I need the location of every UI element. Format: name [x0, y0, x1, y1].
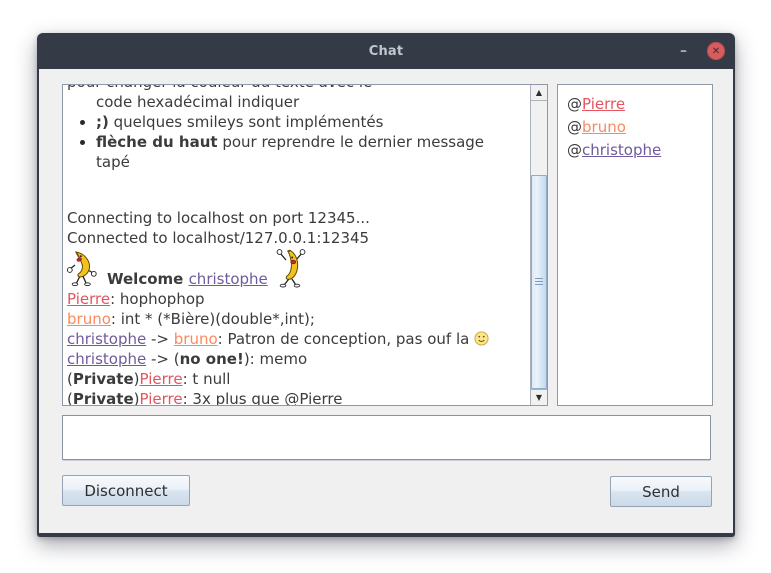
- chat-line: [67, 172, 525, 190]
- chat-message: Pierre: hophophop: [67, 289, 525, 309]
- user-link-christophe[interactable]: christophe: [67, 330, 146, 348]
- message-text: ;): [96, 113, 109, 131]
- message-text: Private: [72, 370, 134, 388]
- message-text: pour changer la couleur du texte avec le: [67, 85, 372, 91]
- user-link-christophe[interactable]: christophe: [189, 270, 268, 288]
- message-text: -> (: [146, 350, 180, 368]
- dancing-banana-icon: [66, 251, 97, 287]
- message-text: pour reprendre le dernier message: [217, 133, 485, 151]
- chat-message: bruno: int * (*Bière)(double*,int);: [67, 309, 525, 329]
- disconnect-button[interactable]: Disconnect: [62, 475, 190, 506]
- titlebar-controls: – ✕: [676, 33, 725, 69]
- chat-line: [67, 190, 525, 208]
- minimize-button[interactable]: –: [676, 44, 691, 58]
- user-link-pierre[interactable]: Pierre: [140, 390, 183, 405]
- chat-message: Welcome christophe: [66, 248, 525, 289]
- chat-message: (Private)Pierre: t null: [67, 369, 525, 389]
- user-list-panel: @Pierre @bruno @christophe: [557, 84, 713, 406]
- send-button[interactable]: Send: [610, 476, 712, 507]
- at-symbol: @: [567, 141, 582, 159]
- message-text: Connecting to localhost on port 12345...: [67, 209, 370, 227]
- dancing-banana-icon: [276, 249, 306, 288]
- window-content: pour changer la couleur du texte avec le…: [39, 69, 733, 533]
- message-text: flèche du haut: [96, 133, 218, 151]
- scrollbar-down-button[interactable]: ▼: [531, 389, 547, 405]
- scrollbar-grip-icon: [535, 278, 543, 286]
- user-link-christophe[interactable]: christophe: [67, 350, 146, 368]
- at-symbol: @: [567, 118, 582, 136]
- message-text: : hophophop: [110, 290, 205, 308]
- user-link-bruno[interactable]: bruno: [582, 118, 626, 136]
- user-list-item: @bruno: [567, 116, 703, 139]
- chat-line: ;) quelques smileys sont implémentés: [67, 112, 525, 132]
- user-link-christophe[interactable]: christophe: [582, 141, 661, 159]
- close-button[interactable]: ✕: [707, 42, 725, 60]
- message-text: Connected to localhost/127.0.0.1:12345: [67, 229, 370, 247]
- message-text: ->: [146, 330, 174, 348]
- chat-message: Connecting to localhost on port 12345...: [67, 208, 525, 228]
- chat-line: code hexadécimal indiquer: [67, 92, 525, 112]
- chat-line: flèche du haut pour reprendre le dernier…: [67, 132, 525, 152]
- user-link-pierre[interactable]: Pierre: [67, 290, 110, 308]
- user-list-item: @christophe: [567, 139, 703, 162]
- chat-line: pour changer la couleur du texte avec le: [67, 85, 525, 92]
- user-link-bruno[interactable]: bruno: [174, 330, 218, 348]
- message-text: : t null: [182, 370, 231, 388]
- smiley-icon: [474, 331, 489, 346]
- chat-scrollbar: ▲ ▼: [530, 85, 547, 405]
- message-text: Private: [72, 390, 134, 405]
- message-text: quelques smileys sont implémentés: [108, 113, 384, 131]
- chat-message: (Private)Pierre: 3x plus que @Pierre: [67, 389, 525, 405]
- user-link-bruno[interactable]: bruno: [67, 310, 111, 328]
- chat-message: Connected to localhost/127.0.0.1:12345: [67, 228, 525, 248]
- chat-line: tapé: [67, 152, 525, 172]
- message-text: Welcome: [107, 270, 189, 288]
- chat-message: christophe -> (no one!): memo: [67, 349, 525, 369]
- message-text: code hexadécimal indiquer: [96, 93, 300, 111]
- chat-message: christophe -> bruno: Patron de conceptio…: [67, 329, 525, 349]
- message-text: tapé: [96, 153, 130, 171]
- at-symbol: @: [567, 95, 582, 113]
- message-text: : 3x plus que @Pierre: [182, 390, 343, 405]
- scrollbar-thumb[interactable]: [531, 175, 547, 389]
- message-input[interactable]: [62, 415, 711, 460]
- user-link-pierre[interactable]: Pierre: [582, 95, 625, 113]
- chat-log[interactable]: pour changer la couleur du texte avec le…: [63, 85, 530, 405]
- user-link-pierre[interactable]: Pierre: [140, 370, 183, 388]
- message-text: no one!: [179, 350, 244, 368]
- scrollbar-up-button[interactable]: ▲: [531, 85, 547, 101]
- chat-area: pour changer la couleur du texte avec le…: [62, 84, 548, 406]
- message-text: : Patron de conception, pas ouf la: [217, 330, 475, 348]
- user-list-item: @Pierre: [567, 93, 703, 116]
- chat-window: Chat – ✕ pour changer la couleur du text…: [37, 33, 735, 537]
- window-title: Chat: [368, 43, 404, 59]
- message-text: ): memo: [243, 350, 308, 368]
- titlebar[interactable]: Chat – ✕: [37, 33, 735, 69]
- message-text: : int * (*Bière)(double*,int);: [110, 310, 315, 328]
